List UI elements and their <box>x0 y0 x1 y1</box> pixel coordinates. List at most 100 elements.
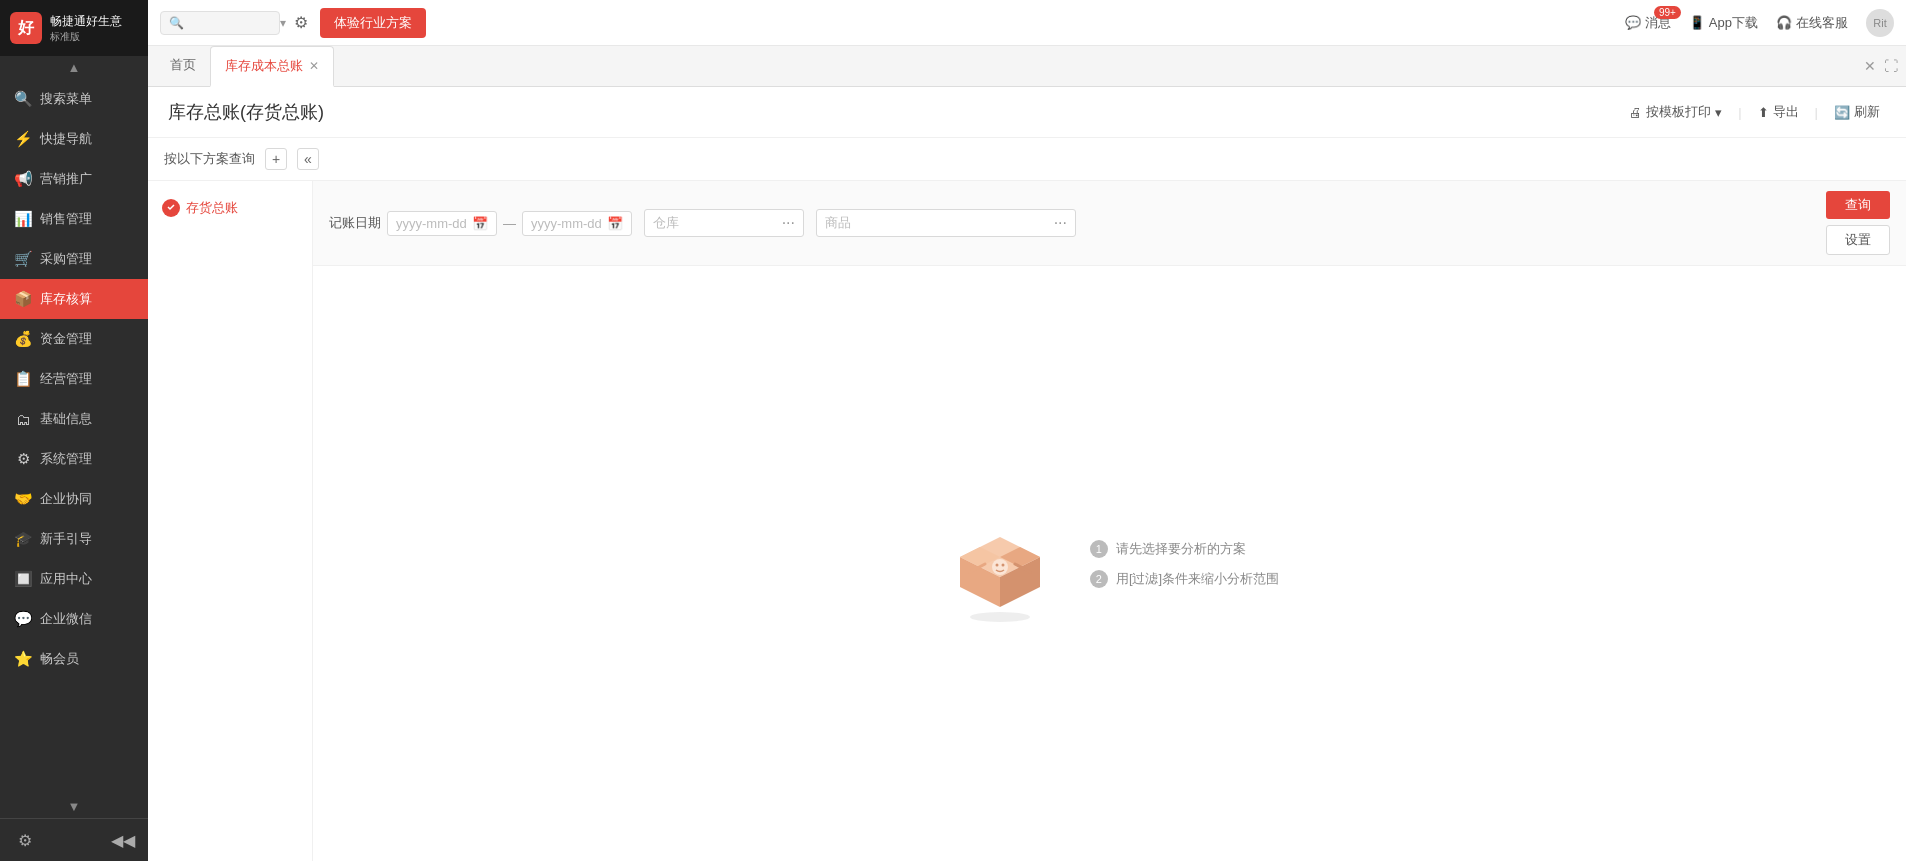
filter-add-btn[interactable]: + <box>265 148 287 170</box>
search-btn[interactable]: 查询 <box>1826 191 1890 219</box>
scheme-item-icon <box>162 199 180 217</box>
divider: | <box>1738 105 1741 120</box>
topbar-chevron-icon[interactable]: ▾ <box>280 16 286 30</box>
print-chevron-icon: ▾ <box>1715 105 1722 120</box>
scheme-item-inventory[interactable]: 存货总账 <box>148 191 312 225</box>
sidebar-item-finance[interactable]: 💰 资金管理 <box>0 319 148 359</box>
empty-state-inner: 1 请先选择要分析的方案 2 用[过滤]条件来缩小分析范围 <box>940 502 1279 625</box>
sidebar-scroll-up[interactable]: ▲ <box>0 56 148 79</box>
sidebar-item-system[interactable]: ⚙ 系统管理 <box>0 439 148 479</box>
sidebar-item-apps[interactable]: 🔲 应用中心 <box>0 559 148 599</box>
sidebar-label-operation: 经营管理 <box>40 370 92 388</box>
settings-btn[interactable]: 设置 <box>1826 225 1890 255</box>
date-to-input[interactable]: yyyy-mm-dd 📅 <box>522 211 632 236</box>
main-area: 🔍 ▾ ⚙ 体验行业方案 💬 消息 99+ 📱 App下载 🎧 在线客服 Ri <box>148 0 1906 861</box>
sidebar-icon-finance: 💰 <box>14 330 32 348</box>
topbar-search-box[interactable]: 🔍 <box>160 11 280 35</box>
goods-select[interactable]: 商品 ··· <box>816 209 1076 237</box>
scheme-item-label: 存货总账 <box>186 199 238 217</box>
sidebar-icon-company: 🤝 <box>14 490 32 508</box>
sidebar-icon-basic: 🗂 <box>14 410 32 428</box>
sidebar-icon-member: ⭐ <box>14 650 32 668</box>
content-area: 库存总账(存货总账) 🖨 按模板打印 ▾ | ⬆ 导出 | 🔄 刷新 <box>148 87 1906 861</box>
filter-row: 记账日期 yyyy-mm-dd 📅 — yyyy-mm-dd 📅 <box>313 181 1906 266</box>
tip-num-2: 2 <box>1090 570 1108 588</box>
sidebar-icon-quick-nav: ⚡ <box>14 130 32 148</box>
filter-collapse-btn[interactable]: « <box>297 148 319 170</box>
sidebar-icon-guide: 🎓 <box>14 530 32 548</box>
tabbar: 首页 库存成本总账 ✕ ✕ ⛶ <box>148 46 1906 87</box>
tip-text-2: 用[过滤]条件来缩小分析范围 <box>1116 570 1279 588</box>
sidebar-item-inventory[interactable]: 📦 库存核算 <box>0 279 148 319</box>
empty-illustration <box>940 502 1060 625</box>
message-icon: 💬 <box>1625 15 1641 30</box>
tip-num-1: 1 <box>1090 540 1108 558</box>
goods-label: 商品 <box>825 214 851 232</box>
sidebar-item-marketing[interactable]: 📢 营销推广 <box>0 159 148 199</box>
sidebar-item-search[interactable]: 🔍 搜索菜单 <box>0 79 148 119</box>
page-header: 库存总账(存货总账) 🖨 按模板打印 ▾ | ⬆ 导出 | 🔄 刷新 <box>148 87 1906 138</box>
sidebar-label-system: 系统管理 <box>40 450 92 468</box>
app-download-label: App下载 <box>1709 14 1758 32</box>
sidebar-item-guide[interactable]: 🎓 新手引导 <box>0 519 148 559</box>
sidebar-item-operation[interactable]: 📋 经营管理 <box>0 359 148 399</box>
message-item[interactable]: 💬 消息 99+ <box>1625 14 1671 32</box>
date-from-placeholder: yyyy-mm-dd <box>396 216 467 231</box>
calendar-icon: 📅 <box>472 216 488 231</box>
phone-icon: 📱 <box>1689 15 1705 30</box>
online-service-item[interactable]: 🎧 在线客服 <box>1776 14 1848 32</box>
date-separator: — <box>503 216 516 231</box>
industry-btn[interactable]: 体验行业方案 <box>320 8 426 38</box>
scheme-sidebar: 存货总账 <box>148 181 313 861</box>
user-avatar[interactable]: Rit <box>1866 9 1894 37</box>
sidebar-icon-purchase: 🛒 <box>14 250 32 268</box>
collapse-icon[interactable]: ◀◀ <box>112 829 134 851</box>
sidebar-item-company[interactable]: 🤝 企业协同 <box>0 479 148 519</box>
content-body: 存货总账 记账日期 yyyy-mm-dd 📅 — yyyy-mm- <box>148 181 1906 861</box>
app-download-item[interactable]: 📱 App下载 <box>1689 14 1758 32</box>
sidebar-item-purchase[interactable]: 🛒 采购管理 <box>0 239 148 279</box>
tab-close-icon[interactable]: ✕ <box>309 59 319 73</box>
date-from-input[interactable]: yyyy-mm-dd 📅 <box>387 211 497 236</box>
sidebar-item-quick-nav[interactable]: ⚡ 快捷导航 <box>0 119 148 159</box>
topbar-gear-icon[interactable]: ⚙ <box>294 13 308 32</box>
refresh-label: 刷新 <box>1854 103 1880 121</box>
sidebar-item-sales[interactable]: 📊 销售管理 <box>0 199 148 239</box>
tab-home-label: 首页 <box>170 56 196 74</box>
warehouse-select[interactable]: 仓库 ··· <box>644 209 804 237</box>
goods-more-icon: ··· <box>1054 214 1067 232</box>
empty-tip-2: 2 用[过滤]条件来缩小分析范围 <box>1090 570 1279 588</box>
tab-home[interactable]: 首页 <box>156 46 210 86</box>
sidebar-label-apps: 应用中心 <box>40 570 92 588</box>
settings-icon[interactable]: ⚙ <box>14 829 36 851</box>
scheme-icon-svg <box>165 202 177 214</box>
warehouse-label: 仓库 <box>653 214 679 232</box>
goods-filter-field: 商品 ··· <box>816 209 1076 237</box>
sidebar-label-member: 畅会员 <box>40 650 79 668</box>
date-filter-field: 记账日期 yyyy-mm-dd 📅 — yyyy-mm-dd 📅 <box>329 211 632 236</box>
sidebar-scroll-down[interactable]: ▼ <box>0 795 148 818</box>
tab-expand-icon[interactable]: ⛶ <box>1884 58 1898 74</box>
search-icon: 🔍 <box>169 16 184 30</box>
sidebar-icon-apps: 🔲 <box>14 570 32 588</box>
print-btn[interactable]: 🖨 按模板打印 ▾ <box>1623 99 1728 125</box>
sidebar-icon-wechat: 💬 <box>14 610 32 628</box>
sidebar-label-purchase: 采购管理 <box>40 250 92 268</box>
sidebar-icon-inventory: 📦 <box>14 290 32 308</box>
empty-tips: 1 请先选择要分析的方案 2 用[过滤]条件来缩小分析范围 <box>1090 540 1279 588</box>
tab-close-panel-icon[interactable]: ✕ <box>1864 58 1876 74</box>
warehouse-more-icon: ··· <box>782 214 795 232</box>
sidebar-icon-marketing: 📢 <box>14 170 32 188</box>
sidebar-label-basic: 基础信息 <box>40 410 92 428</box>
sidebar-item-wechat[interactable]: 💬 企业微信 <box>0 599 148 639</box>
tab-inventory-cost-label: 库存成本总账 <box>225 57 303 75</box>
refresh-btn[interactable]: 🔄 刷新 <box>1828 99 1886 125</box>
svg-point-7 <box>995 564 998 567</box>
topbar-left: 🔍 ▾ ⚙ 体验行业方案 <box>160 8 1625 38</box>
sidebar-item-member[interactable]: ⭐ 畅会员 <box>0 639 148 679</box>
tip-text-1: 请先选择要分析的方案 <box>1116 540 1246 558</box>
sidebar-item-basic[interactable]: 🗂 基础信息 <box>0 399 148 439</box>
export-btn[interactable]: ⬆ 导出 <box>1752 99 1805 125</box>
page-title: 库存总账(存货总账) <box>168 100 324 124</box>
tab-inventory-cost[interactable]: 库存成本总账 ✕ <box>210 46 334 87</box>
